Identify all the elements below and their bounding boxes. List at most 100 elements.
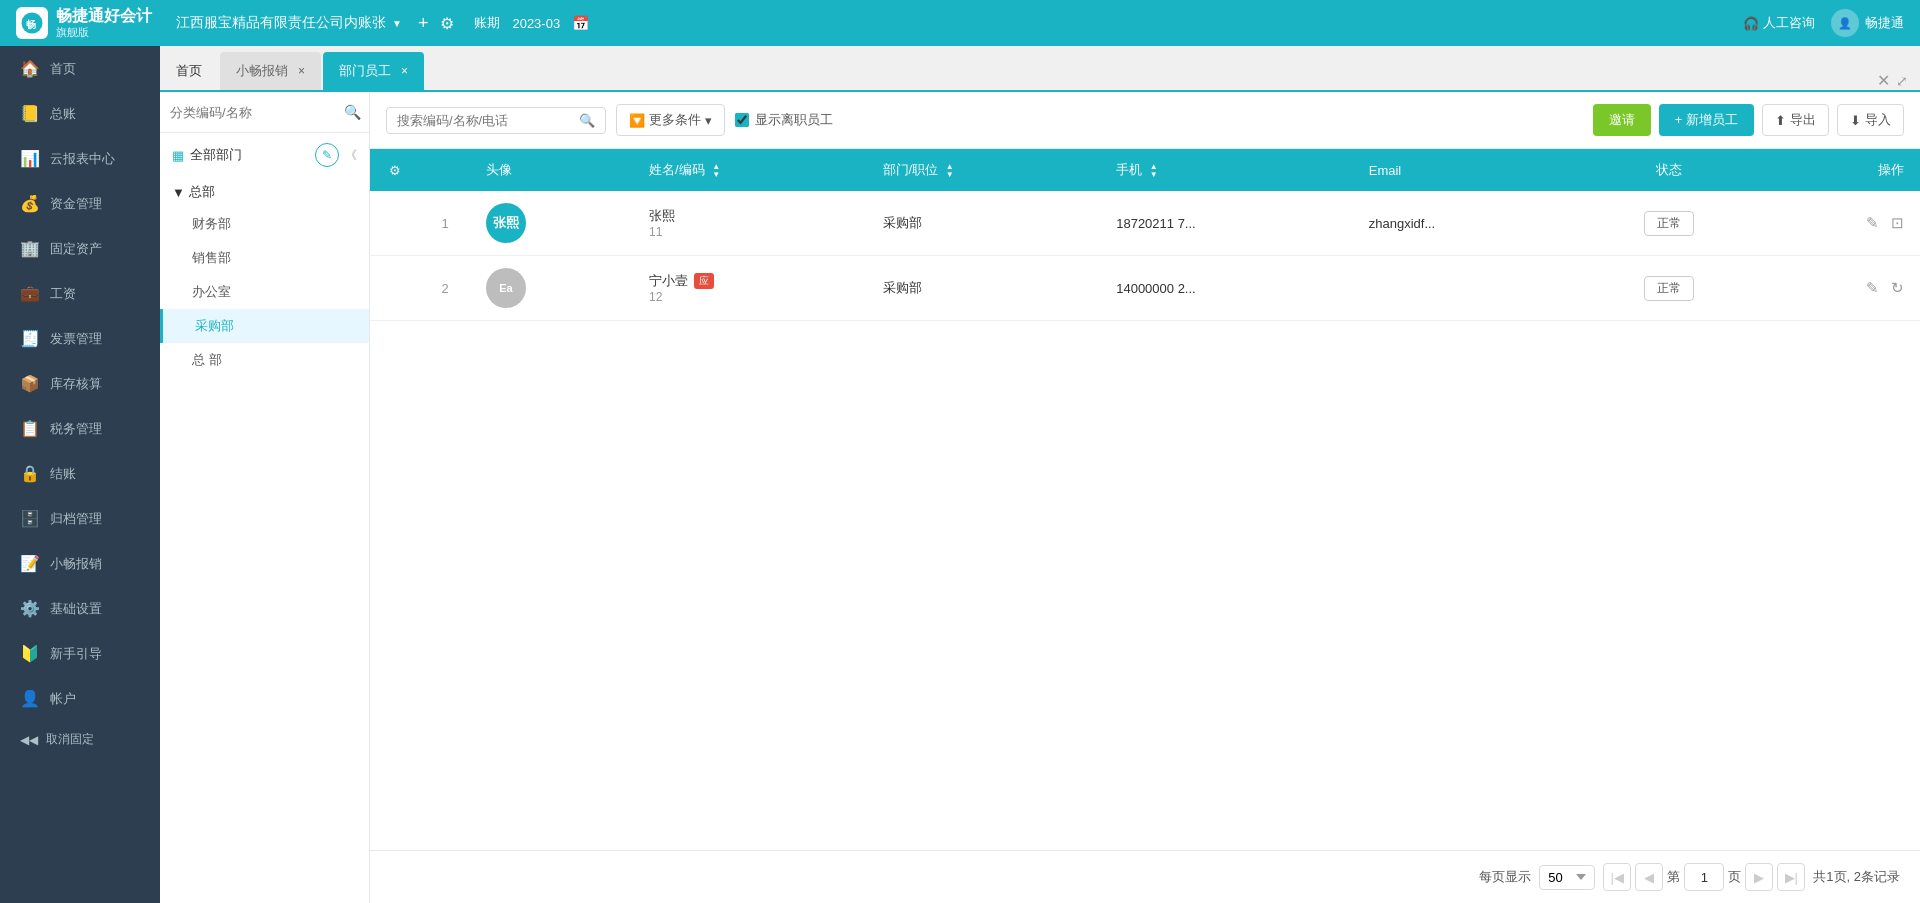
page-label-di: 第 [1667,868,1680,886]
assets-icon: 🏢 [20,239,40,258]
import-label: 导入 [1865,111,1891,129]
filter-chevron-icon: ▾ [705,113,712,128]
tab-expense-close-icon[interactable]: × [298,64,305,78]
app-name: 畅捷通好会计 [56,6,152,25]
col-phone[interactable]: 手机 ▲▼ [1100,149,1353,191]
dept-tree-item-xiaoshou[interactable]: 销售部 [160,241,369,275]
show-resigned-checkbox[interactable] [735,113,749,127]
first-page-button[interactable]: |◀ [1603,863,1631,891]
dept-search-input[interactable] [170,105,338,120]
add-employee-button[interactable]: + 新增员工 [1659,104,1754,136]
archive-icon: 🗄️ [20,509,40,528]
dept-zongbu-sub-label: 总 部 [192,352,222,367]
tab-home-label: 首页 [176,62,202,80]
edit-icon[interactable]: ✎ [1866,214,1879,232]
sidebar-item-close[interactable]: 🔒 结账 [0,451,160,496]
row-phone-col: 18720211 7... [1100,191,1353,256]
per-page-select[interactable]: 50 10 20 100 [1539,865,1595,890]
tax-icon: 📋 [20,419,40,438]
prev-page-button[interactable]: ◀ [1635,863,1663,891]
last-page-button[interactable]: ▶| [1777,863,1805,891]
employee-table: ⚙ 头像 姓名/编码 ▲▼ 部门/职位 ▲▼ 手机 ▲▼ [370,149,1920,850]
dept-search-bar: 🔍 [160,92,369,133]
col-settings[interactable]: ⚙ [370,149,420,191]
edit-icon[interactable]: ✎ [1866,279,1879,297]
export-button[interactable]: ⬆ 导出 [1762,104,1829,136]
headset-icon: 🎧 [1743,16,1759,31]
col-status: 状态 [1576,149,1762,191]
sidebar-item-label: 首页 [50,60,76,78]
expense-icon: 📝 [20,554,40,573]
employee-search-box: 🔍 [386,107,606,134]
dept-edit-button[interactable]: ✎ [315,143,339,167]
dept-panel: 🔍 ▦ 全部部门 ✎ 《 ▼ 总部 [160,92,370,903]
show-resigned-checkbox-label[interactable]: 显示离职员工 [735,111,833,129]
add-company-button[interactable]: + [418,13,429,34]
sidebar-item-archive[interactable]: 🗄️ 归档管理 [0,496,160,541]
sidebar-item-reports[interactable]: 📊 云报表中心 [0,136,160,181]
tab-department[interactable]: 部门员工 × [323,52,424,90]
sidebar-item-inventory[interactable]: 📦 库存核算 [0,361,160,406]
dept-tree-item-zongbu-sub[interactable]: 总 部 [160,343,369,377]
col-avatar: 头像 [470,149,633,191]
row-settings-col [370,191,420,256]
import-button[interactable]: ⬇ 导入 [1837,104,1904,136]
more-filter-button[interactable]: 🔽 更多条件 ▾ [616,104,725,136]
salary-icon: 💼 [20,284,40,303]
dept-collapse-button[interactable]: 《 [345,147,357,164]
sidebar-item-expense[interactable]: 📝 小畅报销 [0,541,160,586]
logout-icon[interactable]: ⊡ [1891,214,1904,232]
calendar-icon[interactable]: 📅 [572,15,589,31]
tab-close-window-icon[interactable]: ✕ [1877,71,1890,90]
tab-maximize-icon[interactable]: ⤢ [1896,73,1908,89]
logo-text-area: 畅捷通好会计 旗舰版 [56,6,152,40]
col-dept[interactable]: 部门/职位 ▲▼ [867,149,1101,191]
dept-search-icon[interactable]: 🔍 [344,104,361,120]
sidebar-item-settings[interactable]: ⚙️ 基础设置 [0,586,160,631]
dept-tree-item-caiwu[interactable]: 财务部 [160,207,369,241]
name-cell: 宁小壹 应 12 [649,272,851,304]
tab-home[interactable]: 首页 [160,52,218,90]
tab-expense-label: 小畅报销 [236,62,288,80]
export-label: 导出 [1790,111,1816,129]
page-number-input[interactable] [1684,863,1724,891]
next-page-button[interactable]: ▶ [1745,863,1773,891]
dept-arrow-icon: ▼ [172,185,185,200]
col-name[interactable]: 姓名/编码 ▲▼ [633,149,867,191]
sidebar-item-assets[interactable]: 🏢 固定资产 [0,226,160,271]
row-dept-col: 采购部 [867,256,1101,321]
sidebar-item-guide[interactable]: 🔰 新手引导 [0,631,160,676]
account-icon: 👤 [20,689,40,708]
dept-tree: ▼ 总部 财务部 销售部 办公室 采购部 [160,177,369,903]
refresh-icon[interactable]: ↻ [1891,279,1904,297]
settings-gear-icon[interactable]: ⚙ [440,14,454,33]
tab-expense[interactable]: 小畅报销 × [220,52,321,90]
dept-tree-item-bangongshi[interactable]: 办公室 [160,275,369,309]
sidebar-item-tax[interactable]: 📋 税务管理 [0,406,160,451]
user-avatar: 👤 [1831,9,1859,37]
close-period-icon: 🔒 [20,464,40,483]
employee-search-input[interactable] [397,113,573,128]
col-actions: 操作 [1761,149,1920,191]
sidebar-item-home[interactable]: 🏠 首页 [0,46,160,91]
sidebar-item-salary[interactable]: 💼 工资 [0,271,160,316]
row-avatar-col: Ea [470,256,633,321]
tab-department-close-icon[interactable]: × [401,64,408,78]
company-selector[interactable]: 江西服宝精品有限责任公司内账张 ▼ [176,14,402,32]
sidebar-item-funds[interactable]: 💰 资金管理 [0,181,160,226]
ledger-icon: 📒 [20,104,40,123]
employee-search-icon[interactable]: 🔍 [579,113,595,128]
sidebar-item-ledger[interactable]: 📒 总账 [0,91,160,136]
dept-bangongshi-label: 办公室 [192,284,231,299]
left-arrow-icon: ◀◀ [20,733,38,747]
dept-tree-item-zongbu[interactable]: ▼ 总部 [160,177,369,207]
user-name: 畅捷通 [1865,14,1904,32]
unpin-button[interactable]: ◀◀ 取消固定 [0,721,160,758]
sidebar-item-account[interactable]: 👤 帐户 [0,676,160,721]
dept-tree-item-caigou[interactable]: 采购部 [160,309,369,343]
support-button[interactable]: 🎧 人工咨询 [1743,14,1815,32]
sidebar-item-invoice[interactable]: 🧾 发票管理 [0,316,160,361]
user-area[interactable]: 👤 畅捷通 [1831,9,1904,37]
invite-button[interactable]: 邀请 [1593,104,1651,136]
all-dept-button[interactable]: ▦ 全部部门 [172,146,242,164]
